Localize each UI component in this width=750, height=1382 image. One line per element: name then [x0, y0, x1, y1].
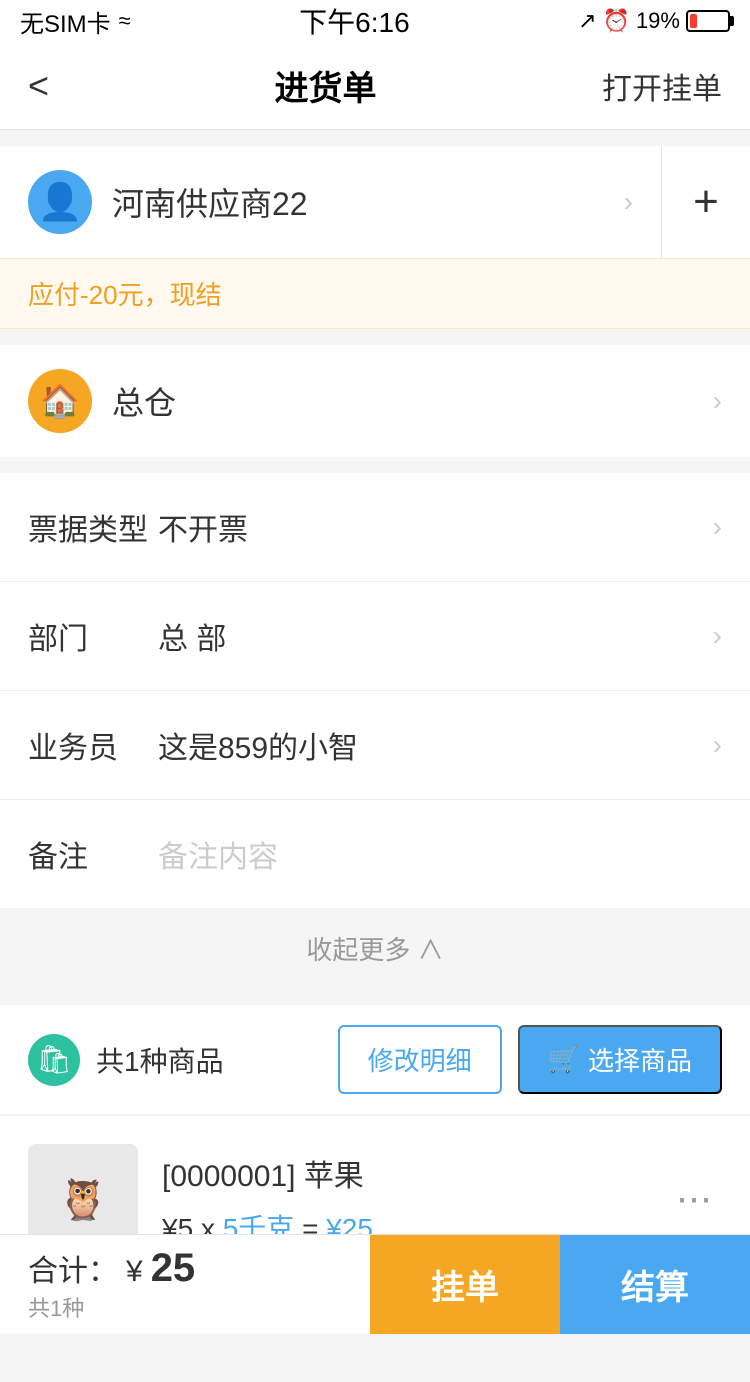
warehouse-name: 总仓 — [112, 378, 701, 424]
total-row: 合计： ¥ 25 — [28, 1246, 342, 1291]
supplier-section: 👤 河南供应商22 › + — [0, 146, 750, 258]
supplier-chevron-icon: › — [624, 186, 633, 218]
select-product-button[interactable]: 🛒 选择商品 — [518, 1025, 722, 1094]
remark-label: 备注 — [28, 832, 158, 876]
invoice-type-row[interactable]: 票据类型 不开票 › — [0, 473, 750, 582]
products-header: 🛍 共1种商品 修改明细 🛒 选择商品 — [0, 1005, 750, 1114]
product-title: 苹果 — [304, 1160, 364, 1193]
invoice-chevron-icon: › — [713, 511, 722, 543]
status-left: 无SIM卡 ≈ — [20, 4, 131, 39]
bottom-bar: 合计： ¥ 25 共1种 挂单 结算 — [0, 1234, 750, 1334]
salesperson-row[interactable]: 业务员 这是859的小智 › — [0, 691, 750, 800]
salesperson-label: 业务员 — [28, 723, 158, 767]
gap-3 — [0, 457, 750, 473]
remark-input[interactable]: 备注内容 — [158, 832, 722, 876]
invoice-type-value: 不开票 — [158, 505, 701, 549]
gap-1 — [0, 130, 750, 146]
select-product-label: 选择商品 — [588, 1041, 692, 1078]
products-icon: 🛍 — [36, 1043, 72, 1076]
salesperson-value: 这是859的小智 — [158, 723, 701, 767]
total-amount: 25 — [151, 1246, 196, 1291]
form-section: 票据类型 不开票 › 部门 总 部 › 业务员 这是859的小智 › 备注 备注… — [0, 473, 750, 908]
products-icon-wrap: 🛍 — [28, 1034, 80, 1086]
product-name: [0000001] 苹果 — [162, 1151, 666, 1195]
warehouse-icon: 🏠 — [40, 382, 80, 420]
supplier-name: 河南供应商22 — [112, 179, 612, 225]
checkout-button[interactable]: 结算 — [560, 1235, 750, 1334]
department-label: 部门 — [28, 614, 158, 658]
warning-banner: 应付-20元，现结 — [0, 258, 750, 329]
collapse-bar[interactable]: 收起更多 ∧ — [0, 908, 750, 989]
battery-percent: 19% — [636, 8, 680, 34]
product-thumb-icon: 🦉 — [58, 1176, 108, 1223]
wifi-icon: ≈ — [119, 8, 131, 34]
product-more-button[interactable]: ⋯ — [666, 1168, 722, 1230]
warehouse-chevron-icon: › — [713, 385, 722, 417]
product-code: [0000001] — [162, 1160, 295, 1193]
open-hold-button[interactable]: 打开挂单 — [602, 64, 722, 108]
remark-row[interactable]: 备注 备注内容 — [0, 800, 750, 908]
supplier-add-button[interactable]: + — [662, 146, 750, 258]
battery-fill — [690, 14, 697, 28]
alarm-icon: ⏰ — [603, 8, 630, 34]
status-bar: 无SIM卡 ≈ 下午6:16 ↗ ⏰ 19% — [0, 0, 750, 42]
select-product-icon: 🛒 — [548, 1044, 580, 1075]
hold-button[interactable]: 挂单 — [370, 1235, 560, 1334]
edit-detail-button[interactable]: 修改明细 — [338, 1025, 502, 1094]
product-info: [0000001] 苹果 ¥5 x 5千克 = ¥25 — [162, 1151, 666, 1247]
back-button[interactable]: < — [28, 65, 49, 107]
department-value: 总 部 — [158, 614, 701, 658]
status-right: ↗ ⏰ 19% — [578, 8, 730, 34]
total-label: 合计： — [28, 1246, 118, 1290]
avatar-icon: 👤 — [38, 181, 83, 223]
total-currency: ¥ — [126, 1255, 143, 1289]
page-title: 进货单 — [275, 61, 377, 110]
warehouse-icon-wrap: 🏠 — [28, 369, 92, 433]
supplier-main[interactable]: 👤 河南供应商22 › — [0, 146, 662, 258]
battery-icon — [686, 10, 730, 32]
invoice-type-label: 票据类型 — [28, 505, 158, 549]
time-label: 下午6:16 — [299, 1, 410, 41]
gap-2 — [0, 329, 750, 345]
nav-bar: < 进货单 打开挂单 — [0, 42, 750, 130]
bottom-total-section: 合计： ¥ 25 共1种 — [0, 1235, 370, 1334]
carrier-label: 无SIM卡 — [20, 4, 111, 39]
department-row[interactable]: 部门 总 部 › — [0, 582, 750, 691]
location-icon: ↗ — [578, 8, 596, 34]
total-count: 共1种 — [28, 1291, 342, 1323]
products-count-label: 共1种商品 — [96, 1040, 338, 1080]
avatar: 👤 — [28, 170, 92, 234]
salesperson-chevron-icon: › — [713, 729, 722, 761]
warehouse-section[interactable]: 🏠 总仓 › — [0, 345, 750, 457]
gap-4 — [0, 989, 750, 1005]
department-chevron-icon: › — [713, 620, 722, 652]
